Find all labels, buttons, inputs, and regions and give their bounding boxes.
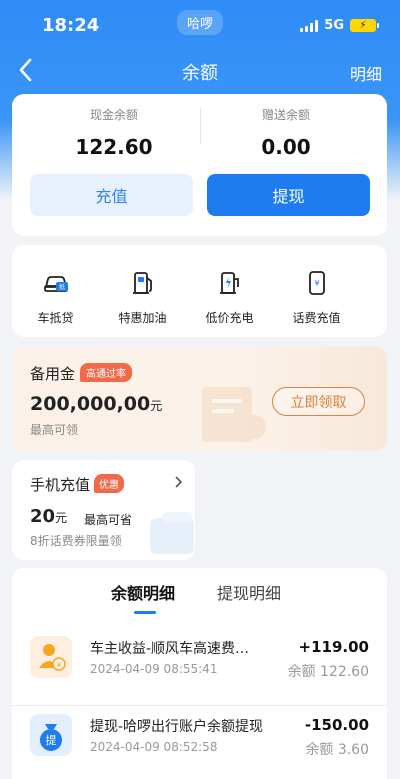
transaction-amount: -150.00 <box>304 716 369 734</box>
nav-bar: 余额 明细 <box>0 52 400 88</box>
active-tab-indicator <box>134 611 156 614</box>
cash-balance-value: 122.60 <box>75 135 153 159</box>
gift-balance-label: 赠送余额 <box>261 108 310 122</box>
cash-balance: 现金余额 122.60 <box>24 106 204 159</box>
phone-amount-value: 20 <box>30 506 56 527</box>
transaction-row[interactable]: 提 提现-哈啰出行账户余额提现 2024-04-09 08:52:58 -150… <box>12 705 387 775</box>
status-time: 18:24 <box>42 15 100 36</box>
details-tabs: 余额明细 提现明细 <box>12 580 387 614</box>
chevron-right-icon <box>175 476 183 488</box>
signal-icon <box>300 19 319 32</box>
balance-card: 现金余额 122.60 赠送余额 0.00 充值 提现 <box>12 94 387 236</box>
reserve-amount-unit: 元 <box>150 399 163 413</box>
services-card: 抵 车抵贷 特惠加油 低价充电 ¥ 话费充值 <box>12 245 387 337</box>
reserve-title: 备用金 <box>30 365 76 383</box>
phone-recharge-card[interactable]: 手机充值 优惠 20元 最高可省 8折话费券限量领 <box>12 460 195 560</box>
reserve-amount: 200,000,00元 <box>30 393 162 415</box>
recharge-button[interactable]: 充值 <box>30 174 193 216</box>
phone-recharge-amount: 20元 <box>30 506 67 527</box>
reserve-fund-card[interactable]: 备用金 高通过率 200,000,00元 最高可领 立即领取 <box>12 347 387 451</box>
service-label: 话费充值 <box>292 311 341 325</box>
transaction-title: 提现-哈啰出行账户余额提现 <box>90 719 264 735</box>
gift-balance: 赠送余额 0.00 <box>196 106 376 159</box>
phone-amount-desc: 最高可省 <box>84 513 133 527</box>
phone-recharge-tag: 优惠 <box>94 474 124 493</box>
gift-balance-value: 0.00 <box>261 135 311 159</box>
tab-withdraw-details[interactable]: 提现明细 <box>217 580 281 604</box>
transaction-balance: 余额 3.60 <box>305 742 369 758</box>
service-label: 特惠加油 <box>118 311 167 325</box>
status-indicators: 5G ⚡ <box>300 18 379 33</box>
withdraw-bag-icon: 提 <box>30 714 72 756</box>
phone-recharge-icon: ¥ <box>308 271 325 295</box>
withdraw-icon-text: 提 <box>46 734 57 747</box>
claim-now-button[interactable]: 立即领取 <box>272 387 365 416</box>
reserve-tag: 高通过率 <box>80 363 132 382</box>
transaction-balance: 余额 122.60 <box>287 664 369 680</box>
network-type: 5G <box>324 18 344 33</box>
transaction-date: 2024-04-09 08:52:58 <box>90 740 218 754</box>
owner-income-icon: ¥ <box>30 636 72 678</box>
phone-recharge-title: 手机充值 <box>30 476 91 494</box>
status-app-indicator: 哈啰 <box>177 10 224 35</box>
svg-text:¥: ¥ <box>57 661 62 669</box>
reserve-decoration-icon <box>202 387 266 442</box>
service-charging[interactable]: 低价充电 <box>186 269 273 337</box>
fuel-pump-icon <box>132 272 152 294</box>
details-card: 余额明细 提现明细 ¥ 车主收益-顺风车高速费… 2024-04-09 08:5… <box>12 568 387 779</box>
reserve-subtitle: 最高可领 <box>30 423 79 437</box>
cash-balance-label: 现金余额 <box>89 108 138 122</box>
battery-icon: ⚡ <box>350 19 379 32</box>
svg-text:抵: 抵 <box>58 283 64 291</box>
coupon-decoration-icon <box>150 512 194 554</box>
transaction-amount: +119.00 <box>298 638 369 656</box>
status-bar: 18:24 哈啰 5G ⚡ <box>0 0 400 50</box>
transaction-row[interactable]: ¥ 车主收益-顺风车高速费… 2024-04-09 08:55:41 +119.… <box>12 628 387 698</box>
service-label: 低价充电 <box>205 311 254 325</box>
withdraw-button[interactable]: 提现 <box>207 174 370 216</box>
service-label: 车抵贷 <box>37 311 74 325</box>
service-car-loan[interactable]: 抵 车抵贷 <box>12 269 99 337</box>
phone-amount-unit: 元 <box>55 511 68 525</box>
car-loan-icon: 抵 <box>43 276 68 292</box>
details-link[interactable]: 明细 <box>350 61 382 85</box>
charging-pile-icon <box>219 272 239 294</box>
reserve-amount-value: 200,000,00 <box>30 393 151 415</box>
service-phone-recharge[interactable]: ¥ 话费充值 <box>273 269 360 337</box>
tab-balance-details[interactable]: 余额明细 <box>111 580 175 604</box>
service-fuel[interactable]: 特惠加油 <box>99 269 186 337</box>
transaction-date: 2024-04-09 08:55:41 <box>90 662 218 676</box>
transaction-title: 车主收益-顺风车高速费… <box>90 641 250 657</box>
svg-text:¥: ¥ <box>314 279 319 288</box>
phone-recharge-subtitle: 8折话费券限量领 <box>30 534 122 548</box>
page-title: 余额 <box>182 63 218 84</box>
